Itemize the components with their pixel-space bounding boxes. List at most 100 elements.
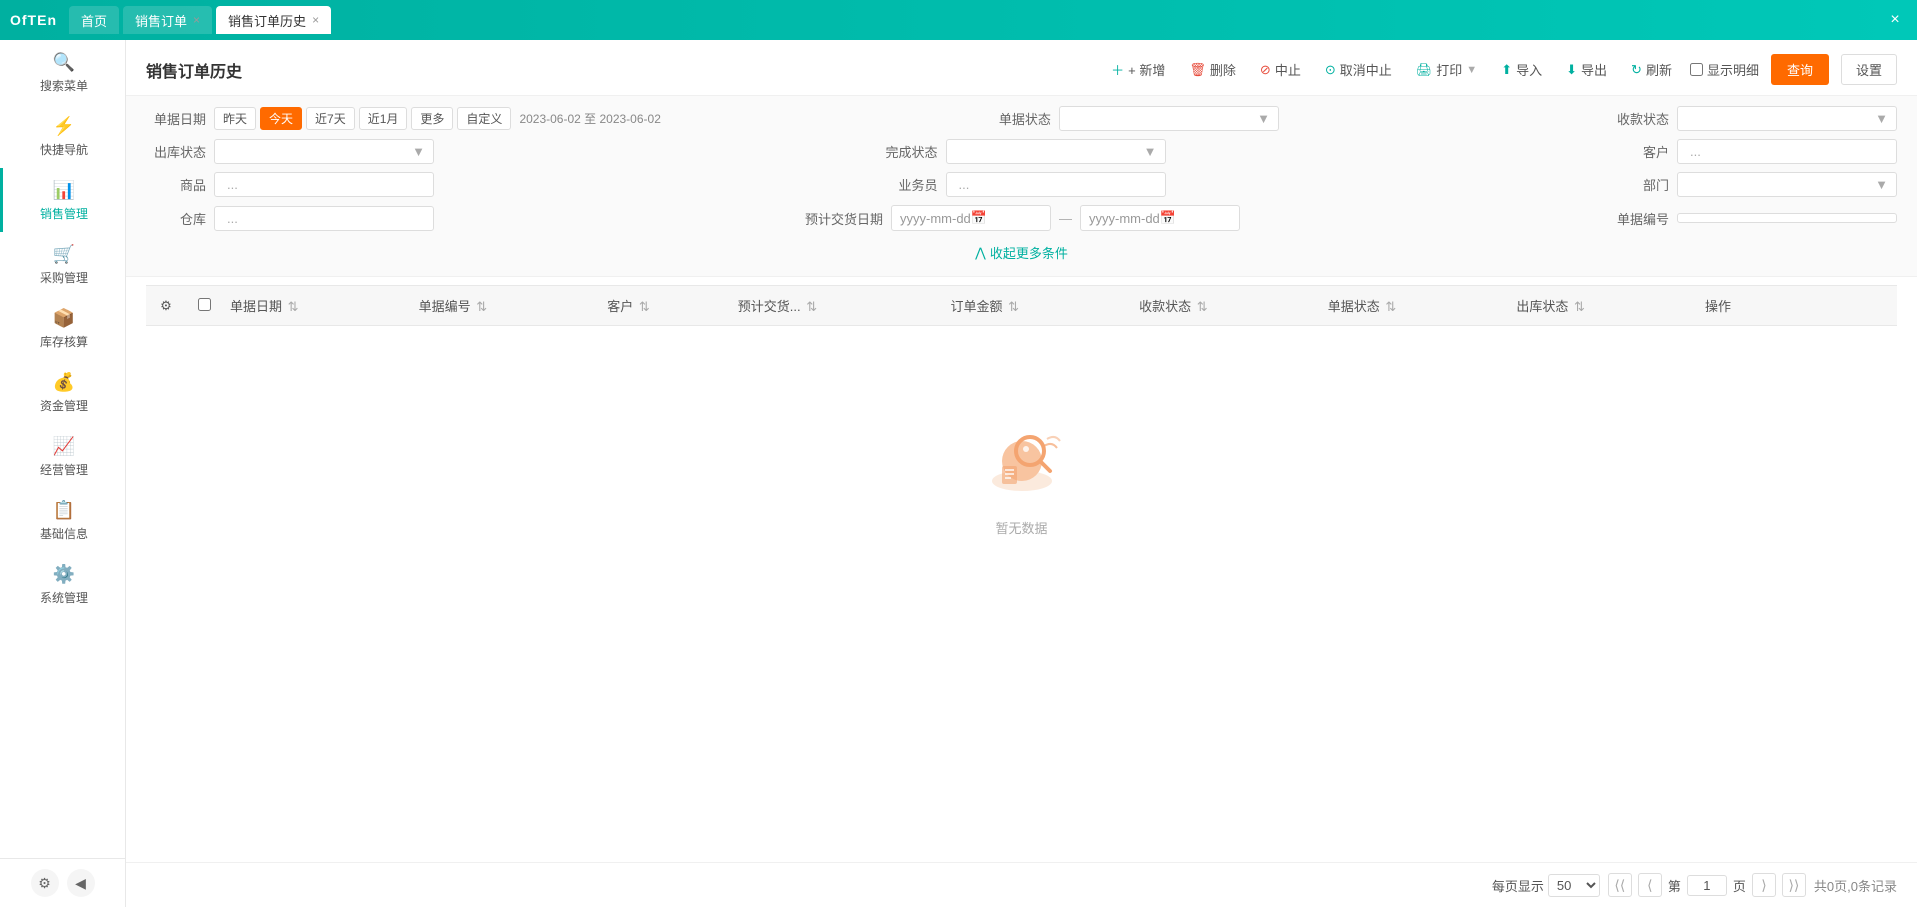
sidebar-label-basic-info: 基础信息: [40, 525, 88, 542]
delete-button[interactable]: 🗑 删除: [1183, 56, 1242, 83]
payment-status-select[interactable]: ▼: [1677, 106, 1897, 131]
display-detail-toggle[interactable]: 显示明细: [1690, 60, 1759, 79]
empty-state: 暂无数据: [146, 326, 1897, 617]
sidebar-item-finance[interactable]: 💰 资金管理: [0, 360, 125, 424]
footer-nav: ⟨⟨ ⟨ 第 页 ⟩ ⟩⟩: [1608, 873, 1806, 897]
order-status-select[interactable]: ▼: [1059, 106, 1279, 131]
collapse-button[interactable]: ⋀ 收起更多条件: [146, 239, 1897, 266]
date-1month-btn[interactable]: 近1月: [359, 107, 408, 130]
stop-button[interactable]: ⊘ 中止: [1254, 56, 1307, 83]
col-delivery-status[interactable]: 出库状态 ⇅: [1508, 286, 1697, 326]
sidebar-item-purchase-mgmt[interactable]: 🛒 采购管理: [0, 232, 125, 296]
col-customer-sort-icon[interactable]: ⇅: [639, 299, 650, 314]
top-bar: OfTEn 首页 销售订单 × 销售订单历史 × ×: [0, 0, 1917, 40]
product-input[interactable]: ...: [214, 172, 434, 197]
col-expected-date[interactable]: 预计交货... ⇅: [730, 286, 943, 326]
cancel-stop-button[interactable]: ⊙ 取消中止: [1319, 56, 1398, 83]
col-delivery-status-sort-icon[interactable]: ⇅: [1574, 299, 1585, 314]
col-amount-sort-icon[interactable]: ⇅: [1008, 299, 1019, 314]
date-7days-btn[interactable]: 近7天: [306, 107, 355, 130]
per-page-select[interactable]: 50 10 20 100: [1548, 874, 1600, 897]
date-yesterday-btn[interactable]: 昨天: [214, 107, 256, 130]
date-today-btn[interactable]: 今天: [260, 107, 302, 130]
import-button[interactable]: ⬆ 导入: [1495, 56, 1548, 83]
print-button[interactable]: 🖨 打印 ▼: [1410, 56, 1483, 83]
tab-sales-order[interactable]: 销售订单 ×: [123, 6, 212, 34]
delete-label: 删除: [1210, 60, 1236, 79]
quick-nav-icon: ⚡: [53, 116, 75, 137]
sidebar-item-basic-info[interactable]: 📋 基础信息: [0, 488, 125, 552]
tab-sales-order-history-close[interactable]: ×: [312, 13, 319, 27]
col-expected-date-sort-icon[interactable]: ⇅: [806, 299, 817, 314]
sidebar-item-sys-mgmt[interactable]: ⚙️ 系统管理: [0, 552, 125, 616]
select-all-checkbox[interactable]: [198, 298, 211, 311]
sidebar-item-inventory[interactable]: 📦 库存核算: [0, 296, 125, 360]
col-number-sort-icon[interactable]: ⇅: [476, 299, 487, 314]
prev-page-button[interactable]: ⟨: [1638, 873, 1662, 897]
expected-date-to-calendar-icon[interactable]: 📅: [1160, 210, 1176, 226]
col-order-status-sort-icon[interactable]: ⇅: [1385, 299, 1396, 314]
completion-status-select[interactable]: ▼: [946, 139, 1166, 164]
warehouse-input[interactable]: ...: [214, 206, 434, 231]
export-label: 导出: [1581, 60, 1607, 79]
toolbar: ＋ + 新增 🗑 删除 ⊘ 中止 ⊙ 取消中止 🖨 打印: [1105, 54, 1897, 85]
col-order-status[interactable]: 单据状态 ⇅: [1320, 286, 1509, 326]
department-label: 部门: [1609, 175, 1669, 194]
col-amount[interactable]: 订单金额 ⇅: [943, 286, 1132, 326]
date-more-btn[interactable]: 更多: [411, 107, 453, 130]
cancel-stop-label: 取消中止: [1340, 60, 1392, 79]
customer-input[interactable]: ...: [1677, 139, 1897, 164]
query-button[interactable]: 查询: [1771, 54, 1829, 85]
page-number-input[interactable]: [1687, 875, 1727, 896]
col-number-label: 单据编号: [419, 299, 471, 314]
sidebar-item-search-menu[interactable]: 🔍 搜索菜单: [0, 40, 125, 104]
sidebar-settings-icon[interactable]: ⚙: [31, 869, 59, 897]
col-number[interactable]: 单据编号 ⇅: [411, 286, 600, 326]
add-button[interactable]: ＋ + 新增: [1105, 56, 1171, 83]
expected-date-to-input[interactable]: yyyy-mm-dd 📅: [1080, 205, 1240, 231]
department-select[interactable]: ▼: [1677, 172, 1897, 197]
warehouse-dots[interactable]: ...: [227, 211, 238, 226]
tab-sales-order-history-label: 销售订单历史: [228, 11, 306, 30]
order-number-input[interactable]: [1677, 213, 1897, 223]
last-page-button[interactable]: ⟩⟩: [1782, 873, 1806, 897]
sidebar-item-sales-mgmt[interactable]: 📊 销售管理: [0, 168, 125, 232]
refresh-button[interactable]: ↻ 刷新: [1625, 56, 1678, 83]
order-status-label: 单据状态: [991, 109, 1051, 128]
delivery-status-select[interactable]: ▼: [214, 139, 434, 164]
display-detail-checkbox[interactable]: [1690, 63, 1703, 76]
tab-sales-order-close[interactable]: ×: [193, 13, 200, 27]
table-checkbox-col[interactable]: [186, 286, 222, 326]
col-customer[interactable]: 客户 ⇅: [599, 286, 730, 326]
main-layout: 🔍 搜索菜单 ⚡ 快捷导航 📊 销售管理 🛒 采购管理 📦 库存核算 💰 资金管…: [0, 40, 1917, 907]
expected-date-to-placeholder: yyyy-mm-dd: [1089, 211, 1160, 226]
print-icon: 🖨: [1416, 62, 1433, 78]
col-payment-status-label: 收款状态: [1139, 299, 1191, 314]
sidebar-collapse-icon[interactable]: ◀: [67, 869, 95, 897]
tab-sales-order-history[interactable]: 销售订单历史 ×: [216, 6, 331, 34]
sales-mgmt-icon: 📊: [53, 180, 75, 201]
table-settings-col[interactable]: ⚙: [146, 286, 186, 326]
col-date-sort-icon[interactable]: ⇅: [288, 299, 299, 314]
expected-date-from-input[interactable]: yyyy-mm-dd 📅: [891, 205, 1051, 231]
first-page-button[interactable]: ⟨⟨: [1608, 873, 1632, 897]
search-menu-icon: 🔍: [53, 52, 75, 73]
salesperson-dots[interactable]: ...: [959, 177, 970, 192]
setting-button[interactable]: 设置: [1841, 54, 1897, 85]
salesperson-input[interactable]: ...: [946, 172, 1166, 197]
tab-home[interactable]: 首页: [69, 6, 119, 34]
customer-dots[interactable]: ...: [1690, 144, 1701, 159]
col-payment-status[interactable]: 收款状态 ⇅: [1131, 286, 1320, 326]
tab-sales-order-label: 销售订单: [135, 11, 187, 30]
sidebar-item-operations[interactable]: 📈 经营管理: [0, 424, 125, 488]
table-settings-icon[interactable]: ⚙: [160, 298, 172, 313]
col-payment-status-sort-icon[interactable]: ⇅: [1197, 299, 1208, 314]
expected-date-from-calendar-icon[interactable]: 📅: [971, 210, 987, 226]
sidebar-item-quick-nav[interactable]: ⚡ 快捷导航: [0, 104, 125, 168]
window-close-button[interactable]: ×: [1883, 8, 1907, 32]
col-date[interactable]: 单据日期 ⇅: [222, 286, 411, 326]
next-page-button[interactable]: ⟩: [1752, 873, 1776, 897]
export-button[interactable]: ⬇ 导出: [1560, 56, 1613, 83]
date-custom-btn[interactable]: 自定义: [457, 107, 511, 130]
product-dots[interactable]: ...: [227, 177, 238, 192]
